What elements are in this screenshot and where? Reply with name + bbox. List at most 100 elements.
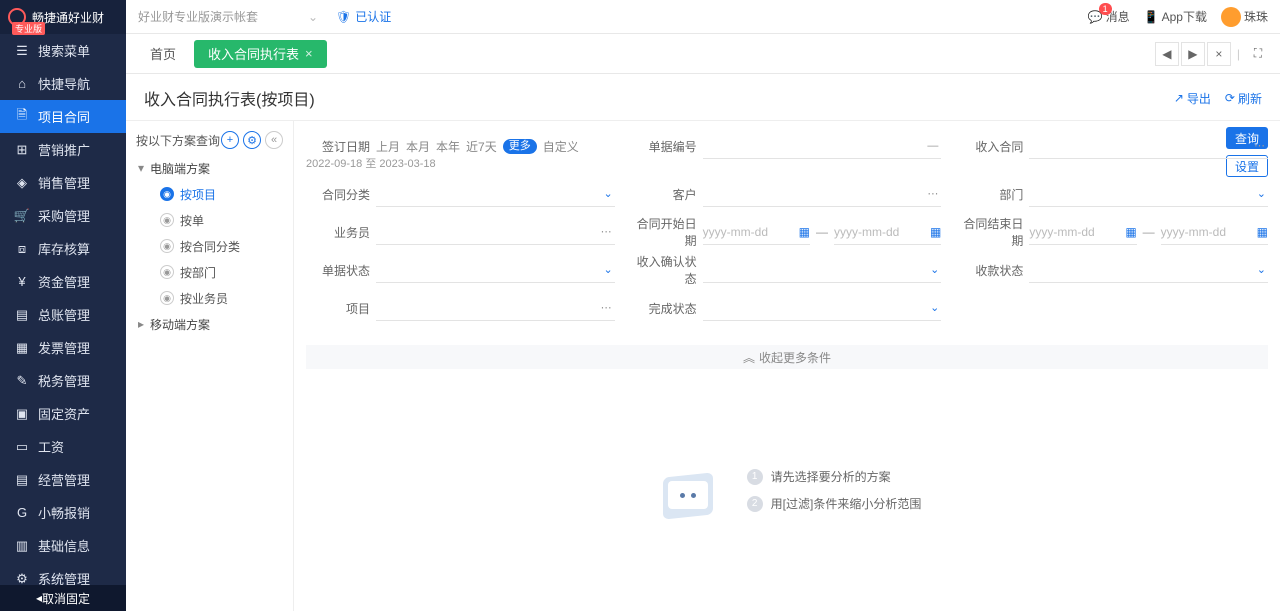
sign-date-range: 2022-09-18 至 2023-03-18 [306,155,436,171]
nav-item-7[interactable]: ¥资金管理 [0,265,126,298]
tree-leaf-0-2[interactable]: ◉按合同分类 [154,233,287,259]
quick-more[interactable]: 更多 [503,139,537,154]
chevron-down-icon: ⌄ [930,263,941,276]
nav-item-16[interactable]: ⚙系统管理 [0,562,126,585]
customer-input[interactable]: ⋯ [703,181,942,207]
app-download-button[interactable]: 📱 App下载 [1144,8,1207,25]
calendar-icon: ▦ [930,225,941,239]
tree-leaf-0-1[interactable]: ◉按单 [154,207,287,233]
nav-item-12[interactable]: ▭工资 [0,430,126,463]
quick-custom[interactable]: 自定义 [543,138,579,155]
robot-illustration [653,455,723,525]
label-doc-no: 单据编号 [633,138,703,155]
cancel-pin-button[interactable]: ◂ 取消固定 [0,585,126,611]
doc-status-select[interactable]: ⌄ [376,257,615,283]
nav-icon: 🗎 [14,106,30,128]
label-income-contract: 收入合同 [959,138,1029,155]
tree-leaf-0-4[interactable]: ◉按业务员 [154,285,287,311]
verified-badge: 🛡 已认证 [336,8,391,25]
quick-this-month[interactable]: 本月 [406,138,430,155]
leaf-icon: ◉ [160,187,174,201]
nav: ☰搜索菜单⌂快捷导航🗎项目合同⊞营销推广◈销售管理🛒采购管理⧈库存核算¥资金管理… [0,34,126,585]
tab-income-contract-exec[interactable]: 收入合同执行表 × [194,40,327,68]
salesman-input[interactable]: ⋯ [376,219,615,245]
nav-icon: ◈ [14,175,30,191]
start-date-to[interactable]: yyyy-mm-dd▦ [834,219,941,245]
nav-icon: ☰ [14,43,30,59]
nav-item-10[interactable]: ✎税务管理 [0,364,126,397]
nav-item-0[interactable]: ☰搜索菜单 [0,34,126,67]
nav-icon: ⚙ [14,571,30,586]
finish-status-select[interactable]: ⌄ [703,295,942,321]
nav-item-1[interactable]: ⌂快捷导航 [0,67,126,100]
contract-type-select[interactable]: ⌄ [376,181,615,207]
fullscreen-button[interactable]: ⛶ [1246,42,1270,66]
income-confirm-select[interactable]: ⌄ [703,257,942,283]
quick-7d[interactable]: 近7天 [466,138,497,155]
nav-item-5[interactable]: 🛒采购管理 [0,199,126,232]
scheme-add-button[interactable]: + [221,131,239,149]
end-date-from[interactable]: yyyy-mm-dd▦ [1029,219,1136,245]
label-pay-status: 收款状态 [959,262,1029,279]
tab-close-all-button[interactable]: × [1207,42,1231,66]
nav-item-14[interactable]: G小畅报销 [0,496,126,529]
quick-this-year[interactable]: 本年 [436,138,460,155]
more-icon: ⋯ [601,301,615,314]
nav-item-6[interactable]: ⧈库存核算 [0,232,126,265]
scheme-settings-button[interactable]: ⚙ [243,131,261,149]
user-menu[interactable]: 珠珠 [1221,7,1268,27]
tree-leaf-0-3[interactable]: ◉按部门 [154,259,287,285]
nav-item-8[interactable]: ▤总账管理 [0,298,126,331]
nav-icon: ✎ [14,373,30,389]
tab-home[interactable]: 首页 [136,40,190,68]
sign-date-quick: 上月 本月 本年 近7天 更多 自定义 2022-09-18 至 2023-03… [376,138,615,155]
refresh-button[interactable]: ⟳刷新 [1225,90,1262,107]
scheme-collapse-button[interactable]: « [265,131,283,149]
tree-leaf-0-0[interactable]: ◉按项目 [154,181,287,207]
nav-icon: ⊞ [14,142,30,158]
nav-item-9[interactable]: ▦发票管理 [0,331,126,364]
chevron-down-icon: ⌄ [930,301,941,314]
income-contract-input[interactable]: ⋯ [1029,133,1268,159]
label-customer: 客户 [633,186,703,203]
sidebar: 畅捷通好业财 专业版 ☰搜索菜单⌂快捷导航🗎项目合同⊞营销推广◈销售管理🛒采购管… [0,0,126,611]
nav-icon: ¥ [14,274,30,289]
export-button[interactable]: ↗导出 [1174,90,1211,107]
avatar [1221,7,1241,27]
nav-icon: ⌂ [14,76,30,91]
project-input[interactable]: ⋯ [376,295,615,321]
more-icon: — [927,140,941,152]
collapse-filters-button[interactable]: ︽ 收起更多条件 [306,345,1268,369]
account-selector[interactable]: 好业财专业版演示帐套 ⌄ [138,8,318,25]
close-icon[interactable]: × [305,46,313,61]
nav-item-15[interactable]: ▥基础信息 [0,529,126,562]
tree-group-1[interactable]: ▸移动端方案 [132,311,287,337]
nav-item-13[interactable]: ▤经营管理 [0,463,126,496]
quick-last-month[interactable]: 上月 [376,138,400,155]
pay-status-select[interactable]: ⌄ [1029,257,1268,283]
nav-item-3[interactable]: ⊞营销推广 [0,133,126,166]
messages-button[interactable]: 💬 消息 1 [1088,8,1130,25]
tab-next-button[interactable]: ▶ [1181,42,1205,66]
tree-group-0[interactable]: ▾电脑端方案 [132,155,287,181]
label-salesman: 业务员 [306,224,376,241]
nav-item-2[interactable]: 🗎项目合同 [0,100,126,133]
dept-select[interactable]: ⌄ [1029,181,1268,207]
tab-prev-button[interactable]: ◀ [1155,42,1179,66]
nav-icon: ▣ [14,406,30,422]
brand-edition: 专业版 [12,22,45,35]
more-icon: ⋯ [601,225,615,238]
logo: 畅捷通好业财 专业版 [0,0,126,34]
msg-badge: 1 [1099,3,1112,15]
chevron-up-icon: ︽ [743,349,755,366]
doc-no-input[interactable]: — [703,133,942,159]
nav-item-11[interactable]: ▣固定资产 [0,397,126,430]
more-icon: ⋯ [1254,139,1268,152]
nav-icon: ▦ [14,340,30,356]
caret-icon: ▾ [138,161,150,175]
nav-item-4[interactable]: ◈销售管理 [0,166,126,199]
refresh-icon: ⟳ [1225,91,1235,105]
start-date-from[interactable]: yyyy-mm-dd▦ [703,219,810,245]
end-date-to[interactable]: yyyy-mm-dd▦ [1161,219,1268,245]
label-doc-status: 单据状态 [306,262,376,279]
